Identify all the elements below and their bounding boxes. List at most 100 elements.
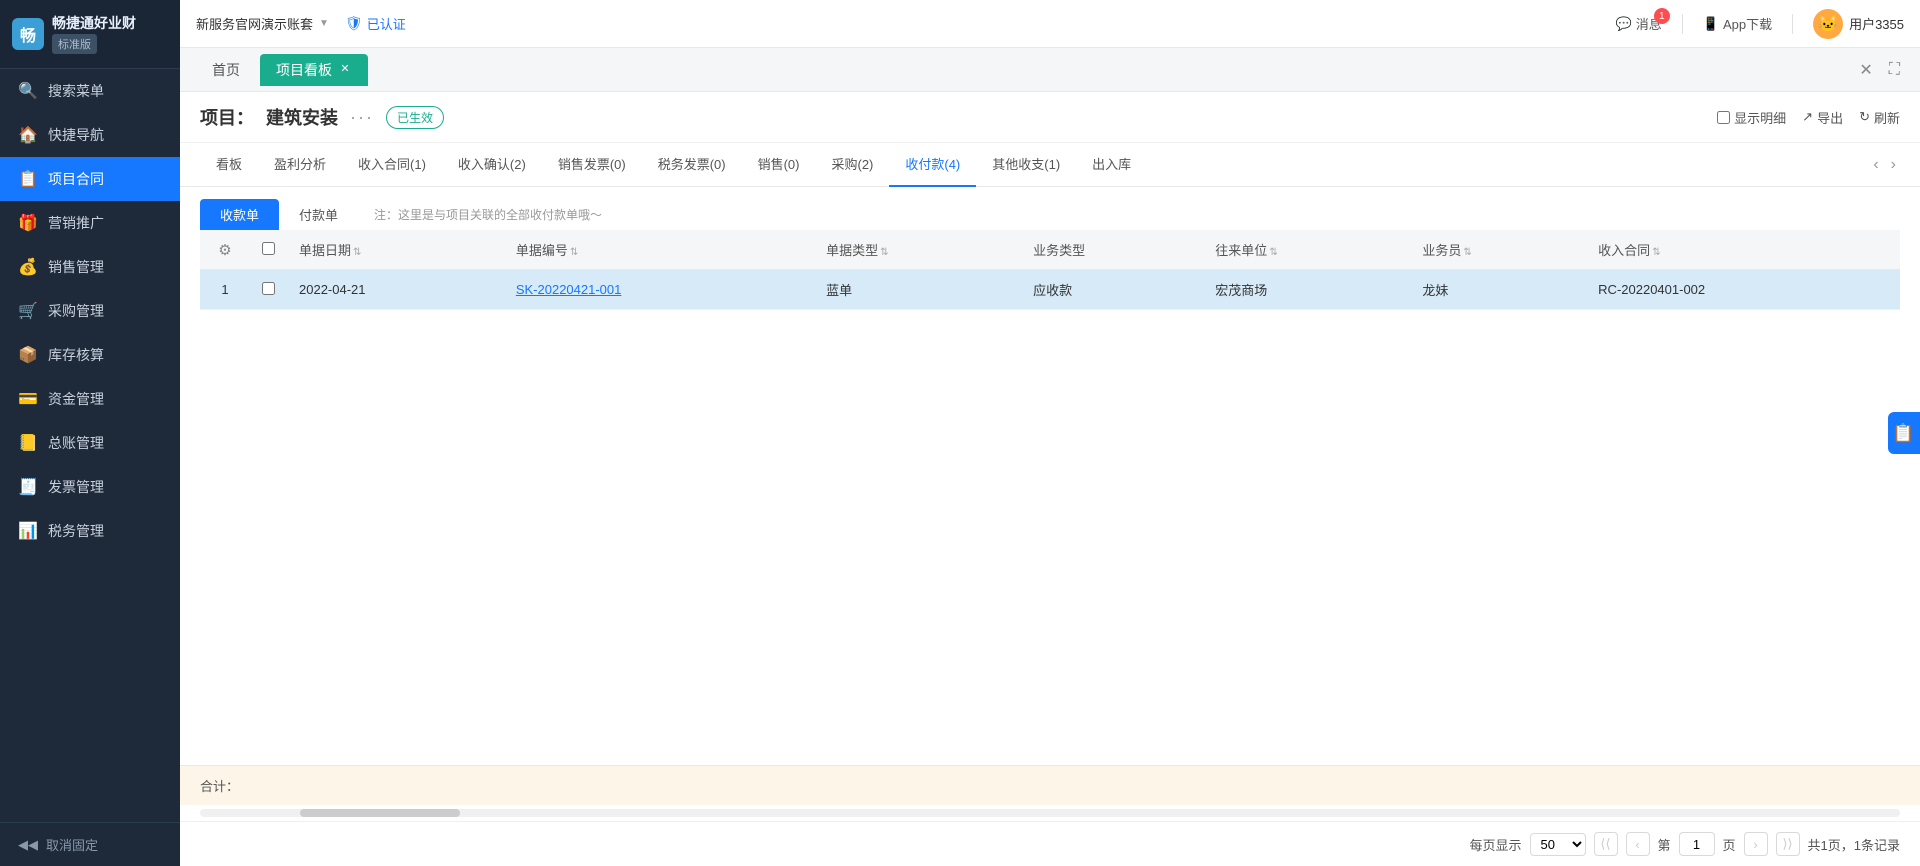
current-page-input[interactable] <box>1679 832 1715 856</box>
cell-number[interactable]: SK-20220421-001 <box>504 270 814 310</box>
tax-icon: 📊 <box>18 521 38 541</box>
scrollbar-thumb[interactable] <box>300 809 460 817</box>
next-page-button[interactable]: › <box>1744 832 1768 856</box>
unpin-label: 取消固定 <box>46 835 98 854</box>
sidebar-item-label: 采购管理 <box>48 301 104 321</box>
show-detail-input[interactable] <box>1717 111 1730 124</box>
subtab-sales[interactable]: 销售(0) <box>742 143 816 187</box>
refresh-icon: ↻ <box>1859 109 1870 125</box>
tab-home[interactable]: 首页 <box>196 54 256 86</box>
subtab-prev-button[interactable]: ‹ <box>1869 152 1882 178</box>
project-actions: 显示明细 ↗ 导出 ↻ 刷新 <box>1717 108 1900 127</box>
sidebar-item-inventory[interactable]: 📦 库存核算 <box>0 333 180 377</box>
sidebar-item-marketing[interactable]: 🎁 营销推广 <box>0 201 180 245</box>
sidebar-item-search[interactable]: 🔍 搜索菜单 <box>0 69 180 113</box>
marketing-icon: 🎁 <box>18 213 38 233</box>
subtab-tax-invoice[interactable]: 税务发票(0) <box>642 143 742 187</box>
message-icon: 💬 <box>1616 16 1632 32</box>
sort-number-icon: ⇅ <box>570 247 578 258</box>
subtab-revenue-confirm[interactable]: 收入确认(2) <box>442 143 542 187</box>
project-header: 项目： 建筑安装 ··· 已生效 显示明细 ↗ 导出 ↻ 刷新 <box>180 92 1920 143</box>
subtab-board[interactable]: 看板 <box>200 143 258 187</box>
sidebar-item-label: 项目合同 <box>48 169 104 189</box>
th-salesperson[interactable]: 业务员⇅ <box>1410 230 1586 270</box>
unpin-button[interactable]: ◀◀ 取消固定 <box>0 822 180 866</box>
project-status-badge: 已生效 <box>386 106 444 129</box>
sidebar-item-purchase[interactable]: 🛒 采购管理 <box>0 289 180 333</box>
cell-checkbox[interactable] <box>250 270 287 310</box>
prev-page-button[interactable]: ‹ <box>1626 832 1650 856</box>
sidebar-item-funds[interactable]: 💳 资金管理 <box>0 377 180 421</box>
th-revenue-contract[interactable]: 收入合同⇅ <box>1586 230 1900 270</box>
tabbar: 首页 项目看板 ✕ ✕ ⛶ <box>180 48 1920 92</box>
sort-contract-icon: ⇅ <box>1652 247 1660 258</box>
close-window-button[interactable]: ✕ <box>1855 56 1876 84</box>
th-number[interactable]: 单据编号⇅ <box>504 230 814 270</box>
sidebar-item-label: 库存核算 <box>48 345 104 365</box>
sidebar-item-contract[interactable]: 📋 项目合同 <box>0 157 180 201</box>
subtab-collection[interactable]: 收付款(4) <box>889 143 976 187</box>
per-page-label: 每页显示 <box>1469 835 1521 854</box>
subtab-profit[interactable]: 盈利分析 <box>258 143 342 187</box>
purchase-icon: 🛒 <box>18 301 38 321</box>
account-selector[interactable]: 新服务官网演示账套 ▼ <box>196 14 329 33</box>
th-settings[interactable]: ⚙ <box>200 230 250 270</box>
select-all-checkbox[interactable] <box>262 242 275 255</box>
table-row[interactable]: 1 2022-04-21 SK-20220421-001 蓝单 应收款 宏茂商场… <box>200 270 1900 310</box>
sidebar-logo: 畅 畅捷通好业财 标准版 <box>0 0 180 69</box>
subtab-nav: ‹ › <box>1869 152 1900 178</box>
show-detail-label: 显示明细 <box>1734 108 1786 127</box>
row-checkbox[interactable] <box>262 282 275 295</box>
tab-home-label: 首页 <box>212 60 240 80</box>
first-page-button[interactable]: ⟨⟨ <box>1594 832 1618 856</box>
inventory-icon: 📦 <box>18 345 38 365</box>
user-name: 用户3355 <box>1849 14 1904 33</box>
account-dropdown-icon: ▼ <box>319 18 329 29</box>
certified-badge: 🛡 已认证 <box>345 14 406 33</box>
th-partner[interactable]: 往来单位⇅ <box>1203 230 1410 270</box>
th-type[interactable]: 单据类型⇅ <box>814 230 1021 270</box>
home-icon: 🏠 <box>18 125 38 145</box>
export-button[interactable]: ↗ 导出 <box>1802 108 1843 127</box>
sidebar-item-tax[interactable]: 📊 税务管理 <box>0 509 180 553</box>
app-download-button[interactable]: 📱 App下载 <box>1703 14 1772 33</box>
subtab-next-button[interactable]: › <box>1887 152 1900 178</box>
refresh-button[interactable]: ↻ 刷新 <box>1859 108 1900 127</box>
tab-project-board-label: 项目看板 <box>276 60 332 80</box>
subtab-other[interactable]: 其他收支(1) <box>976 143 1076 187</box>
account-name: 新服务官网演示账套 <box>196 14 313 33</box>
maximize-window-button[interactable]: ⛶ <box>1885 57 1904 83</box>
table-scrollbar[interactable] <box>180 805 1920 821</box>
page-suffix: 页 <box>1723 835 1736 854</box>
subtab-sales-invoice[interactable]: 销售发票(0) <box>542 143 642 187</box>
settings-icon[interactable]: ⚙ <box>218 242 231 259</box>
sidebar-item-sales[interactable]: 💰 销售管理 <box>0 245 180 289</box>
cell-revenue-contract: RC-20220401-002 <box>1586 270 1900 310</box>
subtab-purchase[interactable]: 采购(2) <box>815 143 889 187</box>
sub2tab-receipt[interactable]: 收款单 <box>200 199 279 230</box>
project-label: 项目： <box>200 104 254 130</box>
tab-project-board[interactable]: 项目看板 ✕ <box>260 54 368 86</box>
show-detail-checkbox[interactable]: 显示明细 <box>1717 108 1786 127</box>
th-date[interactable]: 单据日期⇅ <box>287 230 504 270</box>
per-page-select[interactable]: 50 100 200 <box>1530 833 1586 856</box>
app-download-label: App下载 <box>1723 14 1772 33</box>
last-page-button[interactable]: ⟩⟩ <box>1776 832 1800 856</box>
receipt-number-link[interactable]: SK-20220421-001 <box>516 282 622 297</box>
subtab-revenue-contract[interactable]: 收入合同(1) <box>342 143 442 187</box>
user-menu[interactable]: 🐱 用户3355 <box>1813 9 1904 39</box>
divider <box>1682 14 1683 34</box>
project-more-button[interactable]: ··· <box>350 107 374 128</box>
tab-close-icon[interactable]: ✕ <box>338 63 352 77</box>
subtab-inout[interactable]: 出入库 <box>1076 143 1147 187</box>
export-icon: ↗ <box>1802 109 1813 125</box>
sidebar-item-label: 总账管理 <box>48 433 104 453</box>
side-sticky-button[interactable]: 📋 <box>1888 412 1920 454</box>
sidebar-item-ledger[interactable]: 📒 总账管理 <box>0 421 180 465</box>
main-area: 新服务官网演示账套 ▼ 🛡 已认证 💬 消息 1 📱 App下载 🐱 用户335… <box>180 0 1920 866</box>
sidebar-item-label: 快捷导航 <box>48 125 104 145</box>
messages-button[interactable]: 💬 消息 1 <box>1616 14 1662 33</box>
sub2tab-payment[interactable]: 付款单 <box>279 199 358 230</box>
sidebar-item-quicknav[interactable]: 🏠 快捷导航 <box>0 113 180 157</box>
sidebar-item-invoice[interactable]: 🧾 发票管理 <box>0 465 180 509</box>
